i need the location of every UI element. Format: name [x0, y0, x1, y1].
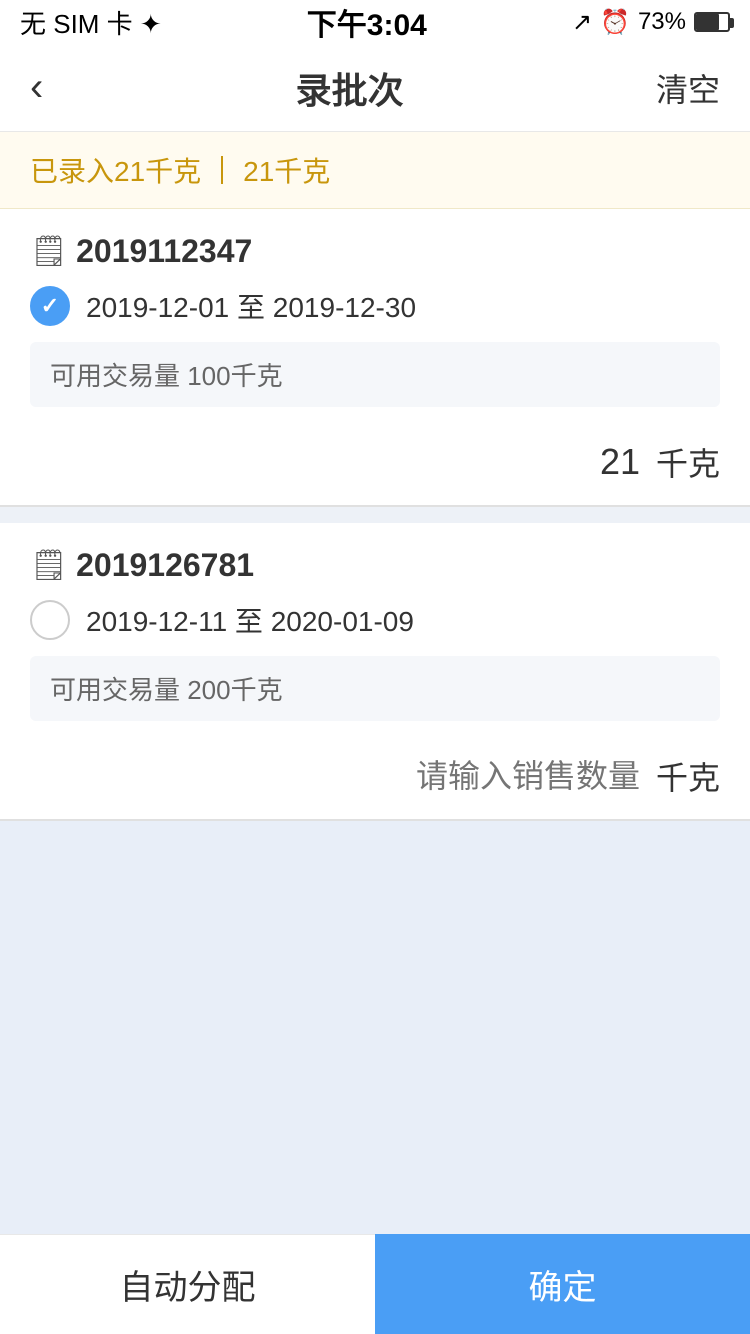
status-left: 无 SIM 卡 ✦ — [20, 4, 162, 41]
batch1-quantity-unit: 千克 — [656, 439, 720, 485]
status-bar: 无 SIM 卡 ✦ 下午3:04 ↗ ⏰ 73% — [0, 0, 750, 44]
page-title: 录批次 — [296, 62, 404, 114]
status-time: 下午3:04 — [307, 0, 427, 44]
batch1-date-row[interactable]: ✓ 2019-12-01 至 2019-12-30 — [0, 278, 750, 334]
batch2-date-row[interactable]: 2019-12-11 至 2020-01-09 — [0, 592, 750, 648]
batch1-date: 2019-12-01 至 2019-12-30 — [86, 286, 416, 326]
batch1-icon: 🗒 — [30, 234, 68, 269]
summary-bar: 已录入21千克 21千克 — [0, 132, 750, 209]
nav-bar: ‹ 录批次 清空 — [0, 44, 750, 132]
battery-icon — [694, 12, 730, 32]
batch1-radio[interactable]: ✓ — [30, 286, 70, 326]
batch2-date: 2019-12-11 至 2020-01-09 — [86, 600, 414, 640]
summary-divider — [221, 156, 223, 184]
empty-area — [0, 821, 750, 1261]
no-sim-text: 无 SIM 卡 ✦ — [20, 4, 162, 41]
batch2-availability: 可用交易量 200千克 — [30, 656, 720, 721]
location-icon: ↗ — [572, 8, 592, 37]
auto-distribute-label: 自动分配 — [120, 1260, 256, 1309]
card-separator — [0, 507, 750, 523]
batch1-availability: 可用交易量 100千克 — [30, 342, 720, 407]
batch2-radio[interactable] — [30, 600, 70, 640]
batch1-quantity-row: 21 千克 — [0, 423, 750, 507]
batch-card-1: 🗒 2019112347 ✓ 2019-12-01 至 2019-12-30 可… — [0, 209, 750, 507]
summary-label: 已录入21千克 — [30, 150, 201, 190]
auto-distribute-button[interactable]: 自动分配 — [0, 1234, 375, 1334]
alarm-icon: ⏰ — [600, 8, 630, 37]
confirm-button[interactable]: 确定 — [375, 1234, 750, 1334]
check-icon: ✓ — [41, 293, 59, 319]
batch2-header: 🗒 2019126781 — [0, 523, 750, 592]
summary-amount: 21千克 — [243, 150, 330, 190]
battery-text: 73% — [638, 8, 686, 36]
batch2-quantity-input[interactable] — [220, 758, 640, 795]
confirm-label: 确定 — [529, 1260, 597, 1309]
clear-button[interactable]: 清空 — [656, 65, 720, 111]
status-right: ↗ ⏰ 73% — [572, 8, 730, 37]
batch2-unit: 千克 — [656, 753, 720, 799]
bottom-bar: 自动分配 确定 — [0, 1234, 750, 1334]
batch2-quantity-row[interactable]: 千克 — [0, 737, 750, 821]
batch2-icon: 🗒 — [30, 548, 68, 583]
batch-card-2: 🗒 2019126781 2019-12-11 至 2020-01-09 可用交… — [0, 523, 750, 821]
batch2-id: 2019126781 — [76, 547, 254, 584]
batch1-id: 2019112347 — [76, 233, 252, 270]
back-button[interactable]: ‹ — [30, 65, 43, 110]
batch1-quantity-value: 21 — [600, 441, 640, 483]
batch1-header: 🗒 2019112347 — [0, 209, 750, 278]
